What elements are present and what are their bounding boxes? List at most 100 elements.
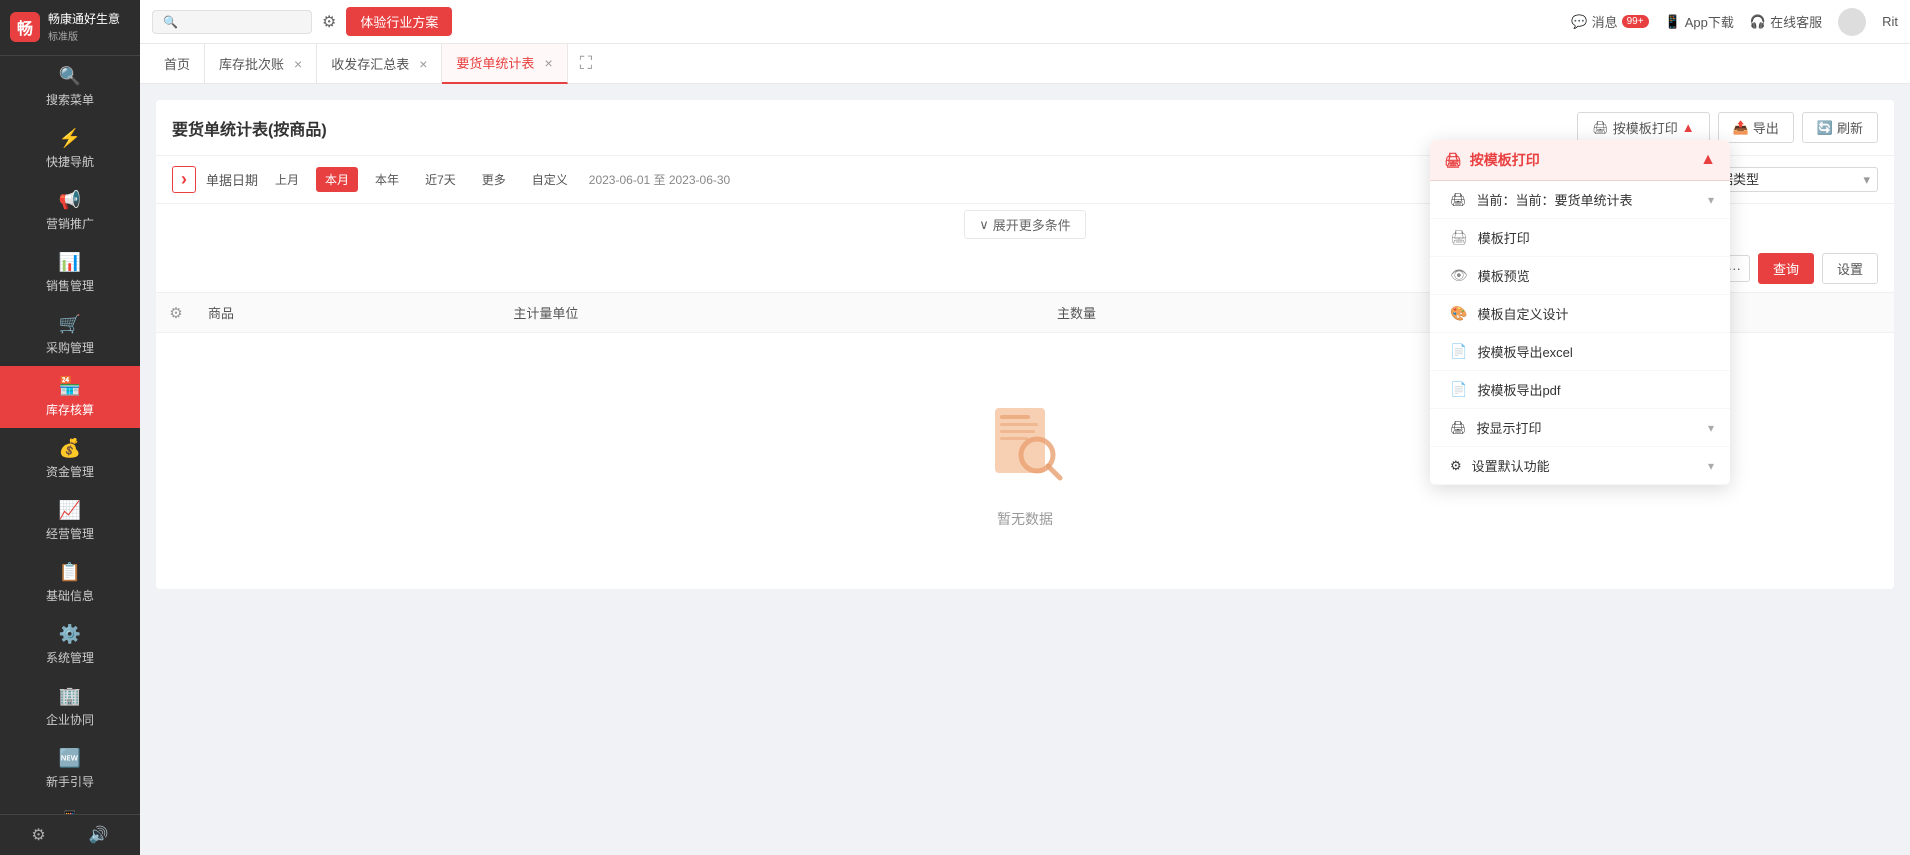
messages-action[interactable]: 💬 消息 99+ [1571, 12, 1648, 31]
tab-home[interactable]: 首页 [150, 44, 205, 84]
dropdown-current-item[interactable]: 🖨 当前：当前：要货单统计表 ▾ [1430, 181, 1730, 219]
col-unit: 主计量单位 [501, 293, 1045, 333]
search-icon: 🔍 [59, 66, 81, 87]
sidebar-item-finance[interactable]: 💰资金管理 [0, 428, 140, 490]
app-name: 畅康通好生意 标准版 [48, 12, 120, 43]
user-avatar[interactable] [1838, 8, 1866, 36]
print-icon: 🖨 [1592, 120, 1609, 136]
app-logo-icon: 畅 [10, 12, 40, 42]
current-icon: 🖨 [1450, 192, 1467, 208]
date-label: 单据日期 [206, 170, 258, 189]
dropdown-item-template-design[interactable]: 🎨 模板自定义设计 [1430, 295, 1730, 333]
dropdown-items: 🖨模板打印👁模板预览🎨模板自定义设计📄按模板导出excel📄按模板导出pdf [1430, 219, 1730, 409]
sidebar-nav: 🔍搜索菜单 ⚡ 快捷导航 📢营销推广📊销售管理🛒采购管理🏪库存核算💰资金管理📈经营管理… [0, 56, 140, 814]
set-default-icon: ⚙ [1450, 458, 1462, 474]
date-current-month[interactable]: 本月 [316, 167, 358, 192]
sidebar-item-inventory[interactable]: 🏪库存核算 [0, 366, 140, 428]
sidebar-item-label: 快捷导航 [46, 153, 94, 170]
speaker-icon[interactable]: 🔊 [89, 825, 109, 845]
phone-icon: 📱 [1665, 14, 1681, 30]
date-prev-month[interactable]: 上月 [266, 167, 308, 192]
topbar-gear-icon[interactable]: ⚙ [322, 12, 336, 32]
current-arrow-icon: ▾ [1708, 193, 1714, 207]
search-icon: 🔍 [163, 15, 178, 29]
set-default-label: 设置默认功能 [1472, 456, 1550, 475]
guide-icon: 🆕 [59, 748, 81, 769]
col-settings[interactable]: ⚙ [156, 293, 196, 333]
dropdown-item-export-pdf[interactable]: 📄按模板导出pdf [1430, 371, 1730, 409]
filter-row-date: 单据日期 上月 本月 本年 近7天 更多 自定义 2023-06-01 至 20… [206, 167, 1617, 192]
online-service-action[interactable]: 🎧 在线客服 [1750, 12, 1822, 31]
tab-label-receipt-summary: 收发存汇总表 [331, 54, 409, 73]
sidebar-item-basic[interactable]: 📋 基础信息 [0, 552, 140, 614]
system-icon: ⚙️ [59, 624, 81, 645]
username-label: Rit [1882, 14, 1898, 29]
dropdown-item-template-preview[interactable]: 👁模板预览 [1430, 257, 1730, 295]
sub-arrow-icon: ▾ [1708, 459, 1714, 473]
tab-close-order-stats[interactable]: × [544, 55, 552, 71]
expand-more-button[interactable]: ∨ 展开更多条件 [964, 210, 1086, 239]
empty-illustration [975, 393, 1075, 493]
template-design-icon: 🎨 [1450, 305, 1467, 322]
export-button[interactable]: 📤 导出 [1718, 112, 1794, 143]
dropdown-print-icon: 🖨 [1444, 152, 1462, 169]
date-custom[interactable]: 自定义 [523, 167, 577, 192]
dropdown-sub-item-display-print[interactable]: 🖨按显示打印▾ [1430, 409, 1730, 447]
tab-close-receipt-summary[interactable]: × [419, 56, 427, 72]
sidebar-bottom: ⚙ 🔊 [0, 814, 140, 855]
dropdown-title-area: 🖨 按模板打印 [1444, 150, 1540, 170]
refresh-icon: 🔄 [1817, 120, 1833, 136]
export-icon: 📤 [1733, 120, 1749, 136]
filter-expand-icon[interactable]: › [172, 166, 196, 193]
topbar-actions: 💬 消息 99+ 📱 App下载 🎧 在线客服 Rit [1571, 8, 1898, 36]
search-box[interactable]: 🔍 [152, 10, 312, 34]
export-excel-label: 按模板导出excel [1477, 342, 1572, 361]
sidebar-item-appstore[interactable]: 📱应用中心 [0, 800, 140, 814]
date-current-year[interactable]: 本年 [366, 167, 408, 192]
col-quantity: 主数量 [1045, 293, 1430, 333]
display-print-label: 按显示打印 [1477, 418, 1542, 437]
dropdown-sub-items: 🖨按显示打印▾ ⚙ 设置默认功能 ▾ [1430, 409, 1730, 485]
app-download-action[interactable]: 📱 App下载 [1665, 12, 1734, 31]
empty-text: 暂无数据 [997, 509, 1053, 529]
date-last7days[interactable]: 近7天 [416, 167, 465, 192]
operations-icon: 📈 [59, 500, 81, 521]
sidebar-item-search[interactable]: 🔍搜索菜单 [0, 56, 140, 118]
dropdown-item-template-print[interactable]: 🖨模板打印 [1430, 219, 1730, 257]
sales-icon: 📊 [59, 252, 81, 273]
sidebar-item-enterprise[interactable]: 🏢企业协同 [0, 676, 140, 738]
tab-label-home: 首页 [164, 54, 190, 73]
sidebar-item-operations[interactable]: 📈经营管理 [0, 490, 140, 552]
dropdown-sub-item-set-default[interactable]: ⚙ 设置默认功能 ▾ [1430, 447, 1730, 485]
quick-nav-icon: ⚡ [59, 128, 81, 149]
sidebar-item-sales[interactable]: 📊销售管理 [0, 242, 140, 304]
tab-batch-account[interactable]: 库存批次账× [205, 44, 317, 84]
sidebar-item-label: 新手引导 [46, 773, 94, 790]
print-template-button[interactable]: 🖨 按模板打印 ▲ [1577, 112, 1709, 143]
tab-order-stats[interactable]: 要货单统计表× [442, 44, 567, 84]
export-pdf-icon: 📄 [1450, 381, 1467, 398]
settings-icon[interactable]: ⚙ [31, 825, 45, 845]
sidebar-item-quick-nav[interactable]: ⚡ 快捷导航 [0, 118, 140, 180]
sidebar-item-guide[interactable]: 🆕 新手引导 [0, 738, 140, 800]
settings-button[interactable]: 设置 [1822, 253, 1878, 284]
headset-icon: 🎧 [1750, 14, 1766, 30]
sidebar-item-system[interactable]: ⚙️ 系统管理 [0, 614, 140, 676]
query-button[interactable]: 查询 [1758, 253, 1814, 284]
maximize-icon[interactable]: ⛶ [580, 53, 593, 74]
dropdown-close-icon[interactable]: ▲ [1700, 151, 1716, 169]
template-design-label: 模板自定义设计 [1477, 304, 1568, 323]
dropdown-item-export-excel[interactable]: 📄按模板导出excel [1430, 333, 1730, 371]
date-more[interactable]: 更多 [473, 167, 515, 192]
refresh-button[interactable]: 🔄 刷新 [1802, 112, 1878, 143]
sidebar-item-purchase[interactable]: 🛒采购管理 [0, 304, 140, 366]
print-dropdown-popup: 🖨 按模板打印 ▲ 🖨 当前：当前：要货单统计表 ▾ 🖨模板打印👁模板预览 🎨 模板… [1430, 140, 1730, 485]
sidebar-item-label: 系统管理 [46, 649, 94, 666]
tab-receipt-summary[interactable]: 收发存汇总表 × [317, 44, 442, 84]
sidebar-item-label: 基础信息 [46, 587, 94, 604]
expand-down-icon: ∨ [979, 217, 989, 233]
tab-close-batch-account[interactable]: × [294, 56, 302, 72]
basic-icon: 📋 [59, 562, 81, 583]
sidebar-item-marketing[interactable]: 📢营销推广 [0, 180, 140, 242]
trial-button[interactable]: 体验行业方案 [346, 7, 452, 36]
